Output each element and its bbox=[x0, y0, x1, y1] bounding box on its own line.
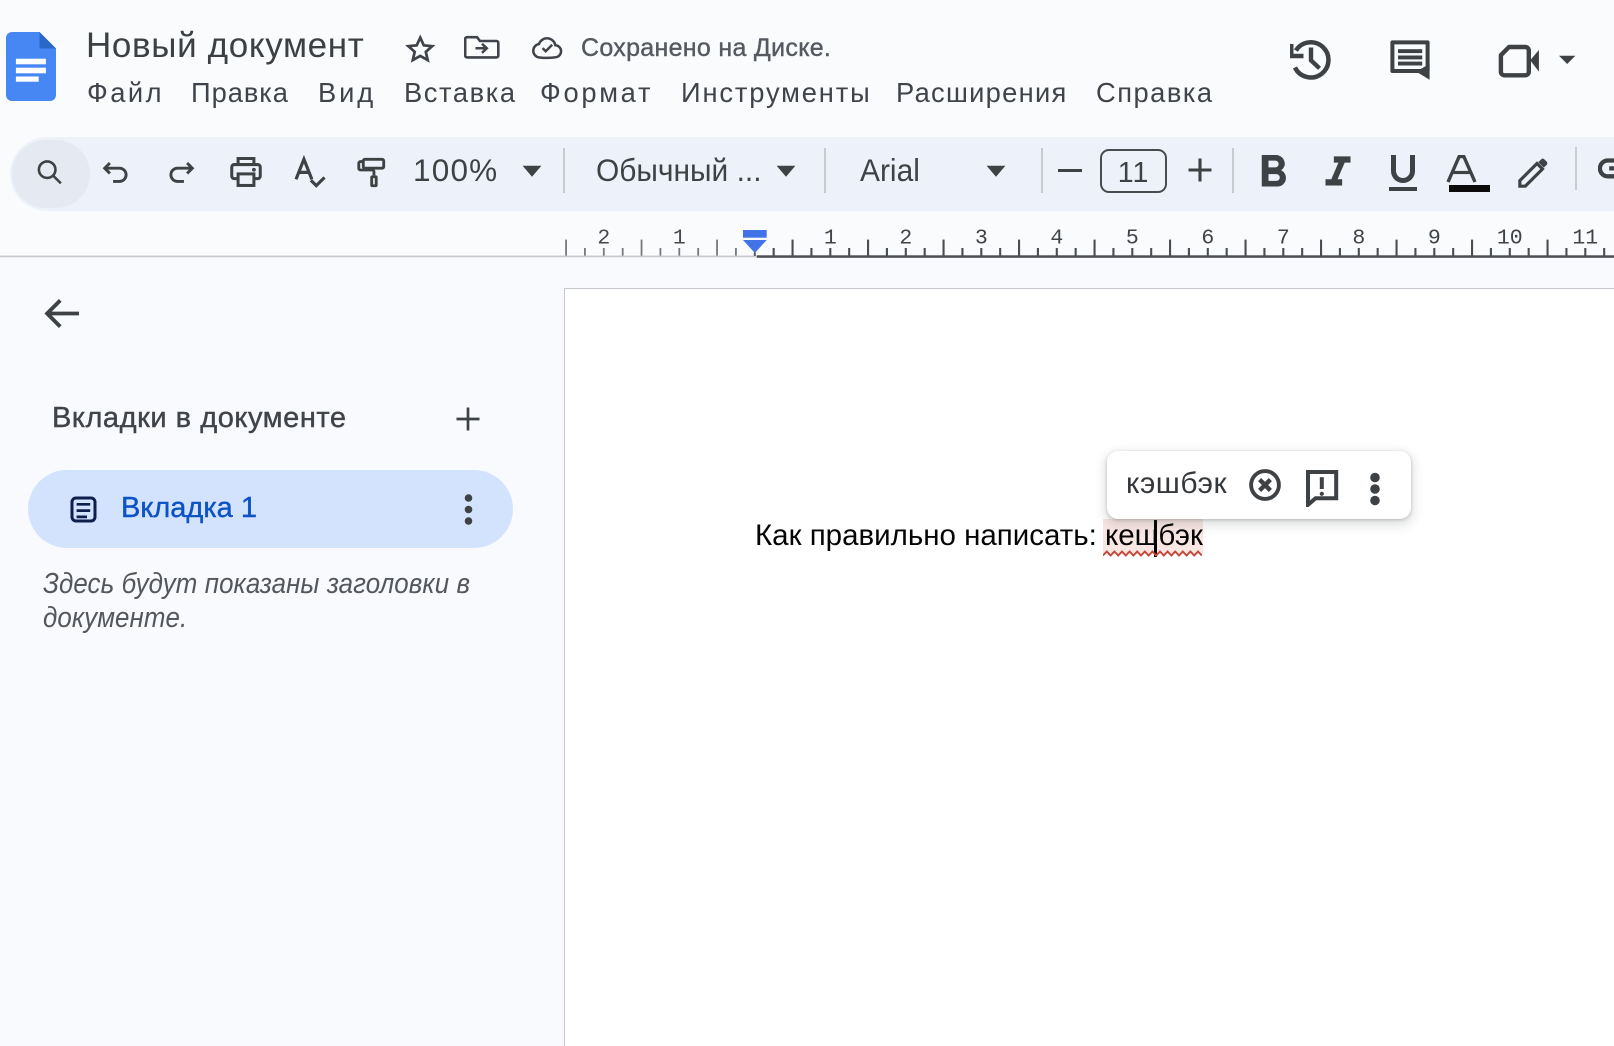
svg-text:2: 2 bbox=[597, 227, 610, 251]
svg-text:3: 3 bbox=[975, 227, 988, 251]
svg-text:2: 2 bbox=[899, 227, 912, 251]
svg-text:5: 5 bbox=[1126, 227, 1139, 251]
svg-text:8: 8 bbox=[1352, 227, 1365, 251]
svg-text:10: 10 bbox=[1497, 227, 1523, 251]
svg-text:7: 7 bbox=[1277, 227, 1290, 251]
svg-text:1: 1 bbox=[824, 227, 837, 251]
svg-text:4: 4 bbox=[1050, 227, 1063, 251]
svg-text:9: 9 bbox=[1428, 227, 1441, 251]
svg-text:6: 6 bbox=[1201, 227, 1214, 251]
svg-text:11: 11 bbox=[1572, 227, 1598, 251]
svg-text:1: 1 bbox=[673, 227, 686, 251]
